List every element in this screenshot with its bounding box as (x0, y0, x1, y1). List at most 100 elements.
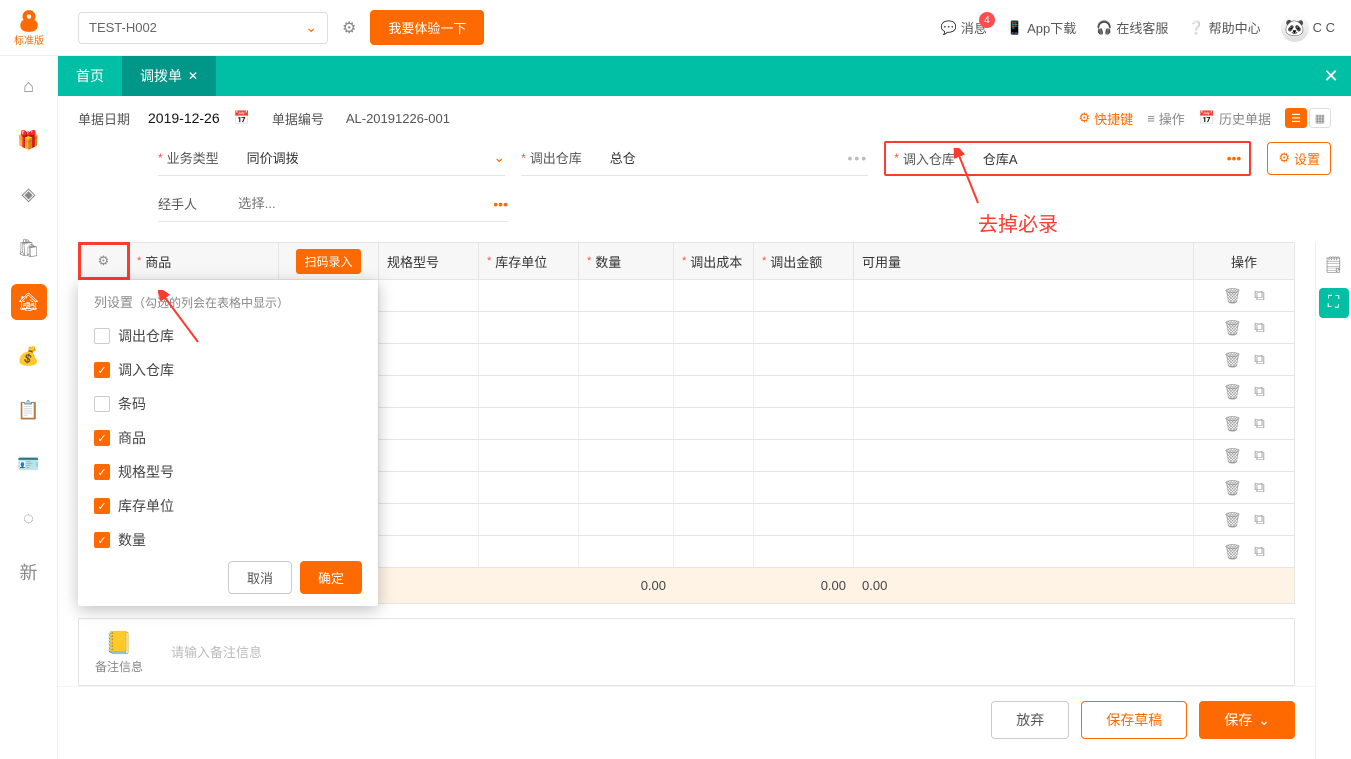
delete-icon[interactable]: 🗑 (1223, 447, 1242, 465)
sidebar-card-icon[interactable]: 🪪 (11, 446, 47, 482)
sidebar-gift-icon[interactable]: 🎁 (11, 122, 47, 158)
save-draft-button[interactable]: 保存草稿 (1081, 701, 1187, 739)
column-checkbox-item[interactable]: ✓规格型号 (94, 455, 362, 489)
column-checkbox-item[interactable]: 条码 (94, 387, 362, 421)
col-product: *商品 (129, 243, 279, 279)
discard-button[interactable]: 放弃 (991, 701, 1069, 739)
delete-icon[interactable]: 🗑 (1223, 479, 1242, 497)
col-qty: *数量 (579, 243, 674, 279)
view-list-button[interactable]: ☰ (1285, 108, 1307, 128)
delete-icon[interactable]: 🗑 (1223, 543, 1242, 561)
popup-ok-button[interactable]: 确定 (300, 561, 362, 594)
help-link[interactable]: ❔ 帮助中心 (1188, 18, 1260, 37)
actions-link[interactable]: ≡操作 (1147, 109, 1185, 128)
copy-icon[interactable]: ⧉ (1254, 383, 1265, 400)
checkbox-icon (94, 396, 110, 412)
footer: 放弃 保存草稿 保存 ⌄ (58, 686, 1315, 753)
field-settings-button[interactable]: ⚙ 设置 (1267, 142, 1331, 175)
handler-field[interactable]: 经手人 ••• (158, 186, 508, 222)
avatar: 🐼 (1281, 14, 1309, 42)
copy-icon[interactable]: ⧉ (1254, 447, 1265, 464)
settings-icon[interactable]: ⚙ (342, 18, 356, 38)
copy-icon[interactable]: ⧉ (1254, 351, 1265, 368)
more-icon[interactable]: ••• (1227, 150, 1242, 166)
tab-transfer[interactable]: 调拨单 ✕ (122, 56, 216, 96)
col-scan[interactable]: 扫码录入 (279, 243, 379, 279)
sidebar-money-icon[interactable]: 💰 (11, 338, 47, 374)
popup-list[interactable]: 调出仓库✓调入仓库条码✓商品✓规格型号✓库存单位✓数量单位2 (78, 319, 378, 549)
sidebar-warehouse-icon[interactable]: 🏚 (11, 284, 47, 320)
in-warehouse-field[interactable]: * 调入仓库 仓库A ••• (884, 141, 1251, 176)
save-button[interactable]: 保存 ⌄ (1199, 701, 1295, 739)
menu-icon: ≡ (1147, 111, 1155, 126)
delete-icon[interactable]: 🗑 (1223, 319, 1242, 337)
messages-link[interactable]: 💬 消息 4 (941, 18, 987, 37)
close-icon[interactable]: ✕ (188, 69, 198, 83)
checkbox-icon: ✓ (94, 430, 110, 446)
sidebar-home-icon[interactable]: ⌂ (11, 68, 47, 104)
more-icon[interactable]: ••• (848, 150, 869, 166)
delete-icon[interactable]: 🗑 (1223, 351, 1242, 369)
logo[interactable]: 标准版 (0, 8, 58, 47)
chevron-down-icon: ⌄ (1258, 712, 1270, 729)
chevron-down-icon[interactable]: ⌄ (493, 149, 505, 166)
tabs-close-all[interactable]: ✕ (1311, 56, 1351, 96)
tab-home[interactable]: 首页 (58, 56, 122, 96)
history-link[interactable]: 📅历史单据 (1199, 109, 1271, 128)
required-icon: * (521, 151, 526, 165)
doc-header: 单据日期 2019-12-26 📅 单据编号 AL-20191226-001 ⚙… (58, 96, 1351, 140)
column-checkbox-item[interactable]: 调出仓库 (94, 319, 362, 353)
checkbox-icon: ✓ (94, 464, 110, 480)
column-checkbox-item[interactable]: ✓库存单位 (94, 489, 362, 523)
table-header: ⚙ *商品 扫码录入 规格型号 *库存单位 *数量 *调出成本 *调出金额 可用… (78, 242, 1295, 280)
out-warehouse-field[interactable]: * 调出仓库 总仓 ••• (521, 140, 868, 176)
notes-toggle-button[interactable]: 🗒 (1319, 250, 1349, 280)
column-checkbox-item[interactable]: ✓数量 (94, 523, 362, 549)
sidebar-diamond-icon[interactable]: ◈ (11, 176, 47, 212)
shortcut-link[interactable]: ⚙快捷键 (1079, 109, 1134, 128)
app-download-link[interactable]: 📱 App下载 (1007, 18, 1076, 37)
view-toggle: ☰ ▦ (1285, 108, 1331, 128)
popup-title: 列设置（勾选的列会在表格中显示） (78, 292, 378, 319)
delete-icon[interactable]: 🗑 (1223, 287, 1242, 305)
copy-icon[interactable]: ⧉ (1254, 287, 1265, 304)
checkbox-icon: ✓ (94, 362, 110, 378)
column-checkbox-item[interactable]: ✓调入仓库 (94, 353, 362, 387)
col-ops: 操作 (1194, 243, 1294, 279)
support-link[interactable]: 🎧 在线客服 (1096, 18, 1168, 37)
biz-type-field[interactable]: * 业务类型 同价调拨 ⌄ (158, 140, 505, 176)
sidebar-new-icon[interactable]: 新 (11, 554, 47, 590)
copy-icon[interactable]: ⧉ (1254, 479, 1265, 496)
column-settings-popup: 列设置（勾选的列会在表格中显示） 调出仓库✓调入仓库条码✓商品✓规格型号✓库存单… (78, 280, 378, 606)
trial-button[interactable]: 我要体验一下 (370, 10, 484, 45)
org-select[interactable]: TEST-H002 ⌄ (78, 12, 328, 44)
handler-input[interactable] (238, 196, 493, 211)
col-amount: *调出金额 (754, 243, 854, 279)
date-value[interactable]: 2019-12-26 (148, 110, 220, 126)
col-cost: *调出成本 (674, 243, 754, 279)
copy-icon[interactable]: ⧉ (1254, 415, 1265, 432)
view-grid-button[interactable]: ▦ (1309, 108, 1331, 128)
notes-icon: 📒 (105, 630, 132, 656)
column-checkbox-item[interactable]: ✓商品 (94, 421, 362, 455)
chat-icon: 💬 (941, 20, 957, 36)
delete-icon[interactable]: 🗑 (1223, 415, 1242, 433)
copy-icon[interactable]: ⧉ (1254, 511, 1265, 528)
column-settings-button[interactable]: ⚙ (79, 243, 129, 279)
right-rail: 🗒 ⛶ (1315, 242, 1351, 759)
popup-cancel-button[interactable]: 取消 (228, 561, 292, 594)
calendar-icon[interactable]: 📅 (234, 110, 250, 126)
copy-icon[interactable]: ⧉ (1254, 543, 1265, 560)
sidebar-clipboard-icon[interactable]: 📋 (11, 392, 47, 428)
sidebar-bag-icon[interactable]: 🛍 (11, 230, 47, 266)
delete-icon[interactable]: 🗑 (1223, 383, 1242, 401)
expand-button[interactable]: ⛶ (1319, 288, 1349, 318)
more-icon[interactable]: ••• (493, 196, 508, 212)
remarks-input[interactable] (159, 619, 1294, 685)
delete-icon[interactable]: 🗑 (1223, 511, 1242, 529)
user-menu[interactable]: 🐼 C C (1281, 14, 1335, 42)
headset-icon: 🎧 (1096, 20, 1112, 36)
sidebar-apps-icon[interactable]: ◌ (11, 500, 47, 536)
copy-icon[interactable]: ⧉ (1254, 319, 1265, 336)
form-row-1: * 业务类型 同价调拨 ⌄ * 调出仓库 总仓 ••• * 调入仓库 仓 (58, 140, 1351, 186)
